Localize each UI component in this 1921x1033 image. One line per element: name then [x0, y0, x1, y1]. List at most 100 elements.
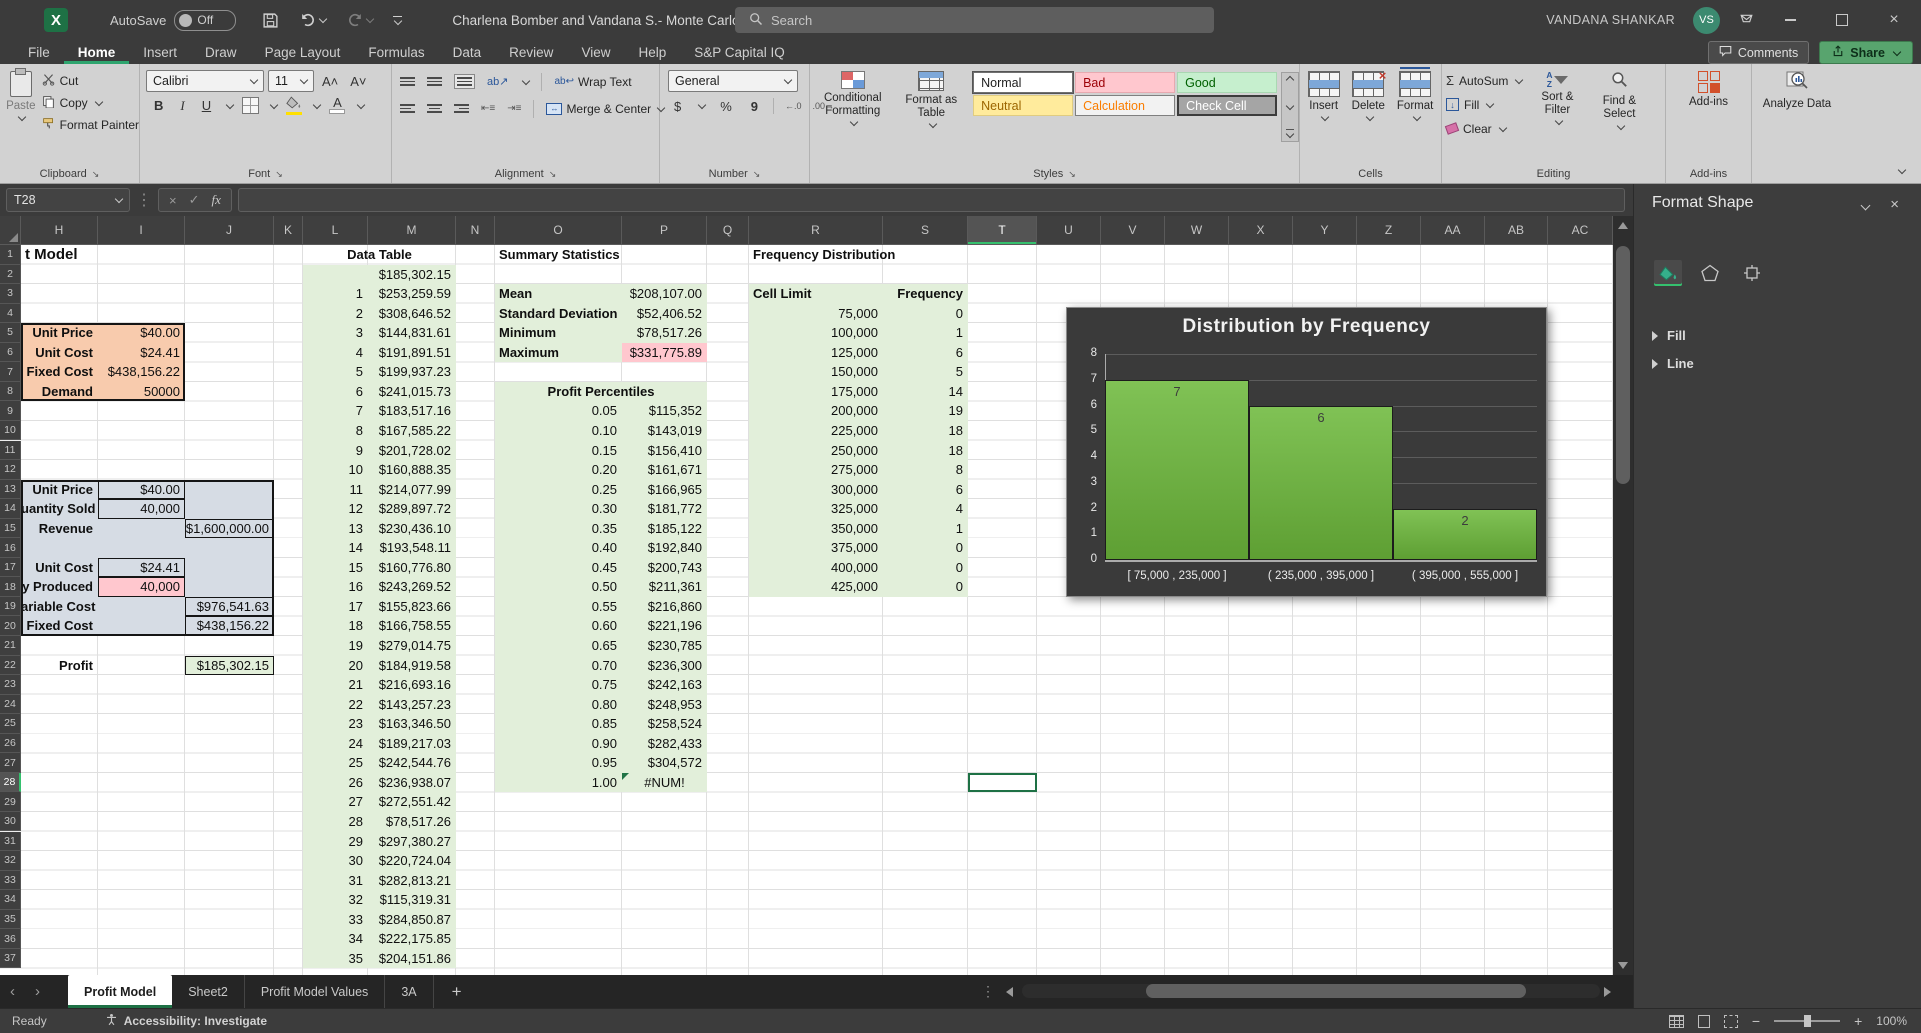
cell-M15[interactable]: $230,436.10	[368, 519, 456, 539]
cell-M6[interactable]: $191,891.51	[368, 343, 456, 363]
cell-L21[interactable]: 19	[303, 636, 368, 656]
row-header-16[interactable]: 16	[0, 538, 21, 558]
undo-button[interactable]	[299, 12, 328, 28]
column-header-L[interactable]: L	[303, 216, 368, 244]
cell-L33[interactable]: 31	[303, 871, 368, 891]
styles-gallery-scroll[interactable]	[1281, 72, 1299, 142]
cell-H18[interactable]: y Produced	[21, 577, 98, 597]
cell-P21[interactable]: $230,785	[622, 636, 707, 656]
cell-I6[interactable]: $24.41	[98, 343, 185, 363]
tab-view[interactable]: View	[567, 40, 624, 64]
cell-L10[interactable]: 8	[303, 421, 368, 441]
cell-P24[interactable]: $248,953	[622, 695, 707, 715]
cell-M11[interactable]: $201,728.02	[368, 441, 456, 461]
cell-M33[interactable]: $282,813.21	[368, 871, 456, 891]
increase-font-icon[interactable]: A˄	[318, 74, 342, 89]
row-header-35[interactable]: 35	[0, 909, 21, 930]
clear-button[interactable]: Clear	[1444, 118, 1522, 139]
cell-S6[interactable]: 6	[883, 343, 968, 363]
row-header-2[interactable]: 2	[0, 264, 21, 285]
cell-O14[interactable]: 0.30	[495, 499, 622, 519]
row-header-37[interactable]: 37	[0, 948, 21, 969]
cell-M25[interactable]: $163,346.50	[368, 714, 456, 734]
cell-R7[interactable]: 150,000	[749, 362, 883, 382]
cell-O10[interactable]: 0.10	[495, 421, 622, 441]
scroll-left-icon[interactable]	[1006, 987, 1013, 997]
column-header-U[interactable]: U	[1037, 216, 1101, 244]
cell-R10[interactable]: 225,000	[749, 421, 883, 441]
row-header-6[interactable]: 6	[0, 342, 21, 363]
cell-R4[interactable]: 75,000	[749, 304, 883, 324]
cell-L18[interactable]: 16	[303, 577, 368, 597]
cell-J20[interactable]: $438,156.22	[185, 616, 274, 636]
zoom-slider[interactable]	[1774, 1015, 1841, 1027]
cell-M28[interactable]: $236,938.07	[368, 773, 456, 793]
cell-L28[interactable]: 26	[303, 773, 368, 793]
page-layout-view-icon[interactable]	[1697, 1014, 1710, 1028]
add-ins-button[interactable]: Add-ins	[1684, 68, 1733, 112]
cell-R3[interactable]: Cell Limit	[749, 284, 883, 304]
cell-L27[interactable]: 25	[303, 753, 368, 773]
tab-data[interactable]: Data	[439, 40, 496, 64]
effects-tab-icon[interactable]	[1696, 260, 1724, 286]
column-header-X[interactable]: X	[1229, 216, 1293, 244]
column-header-H[interactable]: H	[21, 216, 98, 244]
cell-M10[interactable]: $167,585.22	[368, 421, 456, 441]
format-painter-button[interactable]: Format Painter	[42, 114, 139, 135]
clipboard-dialog-launcher[interactable]: ↘	[92, 169, 100, 180]
analyze-data-button[interactable]: Analyze Data	[1758, 68, 1836, 114]
cell-J22[interactable]: $185,302.15	[185, 656, 274, 676]
column-header-Y[interactable]: Y	[1293, 216, 1357, 244]
cell-P28[interactable]: #NUM!	[622, 773, 707, 793]
cell-M14[interactable]: $289,897.72	[368, 499, 456, 519]
style-neutral[interactable]: Neutral	[973, 95, 1074, 116]
row-header-21[interactable]: 21	[0, 636, 21, 656]
cell-H5[interactable]: Unit Price	[21, 323, 98, 343]
row-header-18[interactable]: 18	[0, 577, 21, 597]
cell-L34[interactable]: 32	[303, 890, 368, 910]
cell-L32[interactable]: 30	[303, 851, 368, 871]
row-header-1[interactable]: 1	[0, 245, 21, 265]
cell-P20[interactable]: $221,196	[622, 616, 707, 636]
cell-P23[interactable]: $242,163	[622, 675, 707, 695]
cell-R16[interactable]: 375,000	[749, 538, 883, 558]
cell-M8[interactable]: $241,015.73	[368, 382, 456, 402]
cell-P11[interactable]: $156,410	[622, 441, 707, 461]
number-dialog-launcher[interactable]: ↘	[753, 169, 761, 180]
cancel-formula-icon[interactable]: ×	[169, 193, 177, 208]
row-header-11[interactable]: 11	[0, 440, 21, 461]
column-header-V[interactable]: V	[1101, 216, 1165, 244]
cell-H20[interactable]: Fixed Cost	[21, 616, 98, 636]
next-sheet-icon[interactable]: ›	[25, 983, 50, 1000]
cell-L13[interactable]: 11	[303, 480, 368, 500]
fill-button[interactable]: ↓ Fill	[1446, 94, 1522, 115]
cell-M12[interactable]: $160,888.35	[368, 460, 456, 480]
cell-P3[interactable]: $208,107.00	[622, 284, 707, 304]
cell-M29[interactable]: $272,551.42	[368, 792, 456, 812]
row-header-34[interactable]: 34	[0, 890, 21, 910]
style-normal[interactable]: Normal	[973, 72, 1074, 93]
page-break-view-icon[interactable]	[1723, 1014, 1738, 1028]
cell-M17[interactable]: $160,776.80	[368, 558, 456, 578]
insert-function-icon[interactable]: fx	[212, 192, 221, 208]
spreadsheet-grid[interactable]: Distribution by Frequency 0 1 2 3 4 5 6 7 8 7[ 75,…	[0, 245, 1613, 975]
cell-I14[interactable]: 40,000	[98, 499, 185, 519]
cell-L20[interactable]: 18	[303, 616, 368, 636]
cell-L9[interactable]: 7	[303, 401, 368, 421]
cell-O18[interactable]: 0.50	[495, 577, 622, 597]
cell-H15[interactable]: Revenue	[21, 519, 98, 539]
pane-chevron-down-icon[interactable]	[1859, 196, 1871, 213]
cell-S7[interactable]: 5	[883, 362, 968, 382]
comma-format-icon[interactable]: 9	[747, 99, 762, 114]
row-header-19[interactable]: 19	[0, 596, 21, 617]
cell-O19[interactable]: 0.55	[495, 597, 622, 617]
cell-R9[interactable]: 200,000	[749, 401, 883, 421]
cut-button[interactable]: Cut	[42, 70, 139, 91]
cell-M2[interactable]: $185,302.15	[368, 265, 456, 285]
cell-L17[interactable]: 15	[303, 558, 368, 578]
fill-section-header[interactable]: Fill	[1652, 328, 1686, 343]
cell-O9[interactable]: 0.05	[495, 401, 622, 421]
enter-formula-icon[interactable]: ✓	[189, 192, 200, 208]
row-header-9[interactable]: 9	[0, 401, 21, 421]
cell-P4[interactable]: $52,406.52	[622, 304, 707, 324]
